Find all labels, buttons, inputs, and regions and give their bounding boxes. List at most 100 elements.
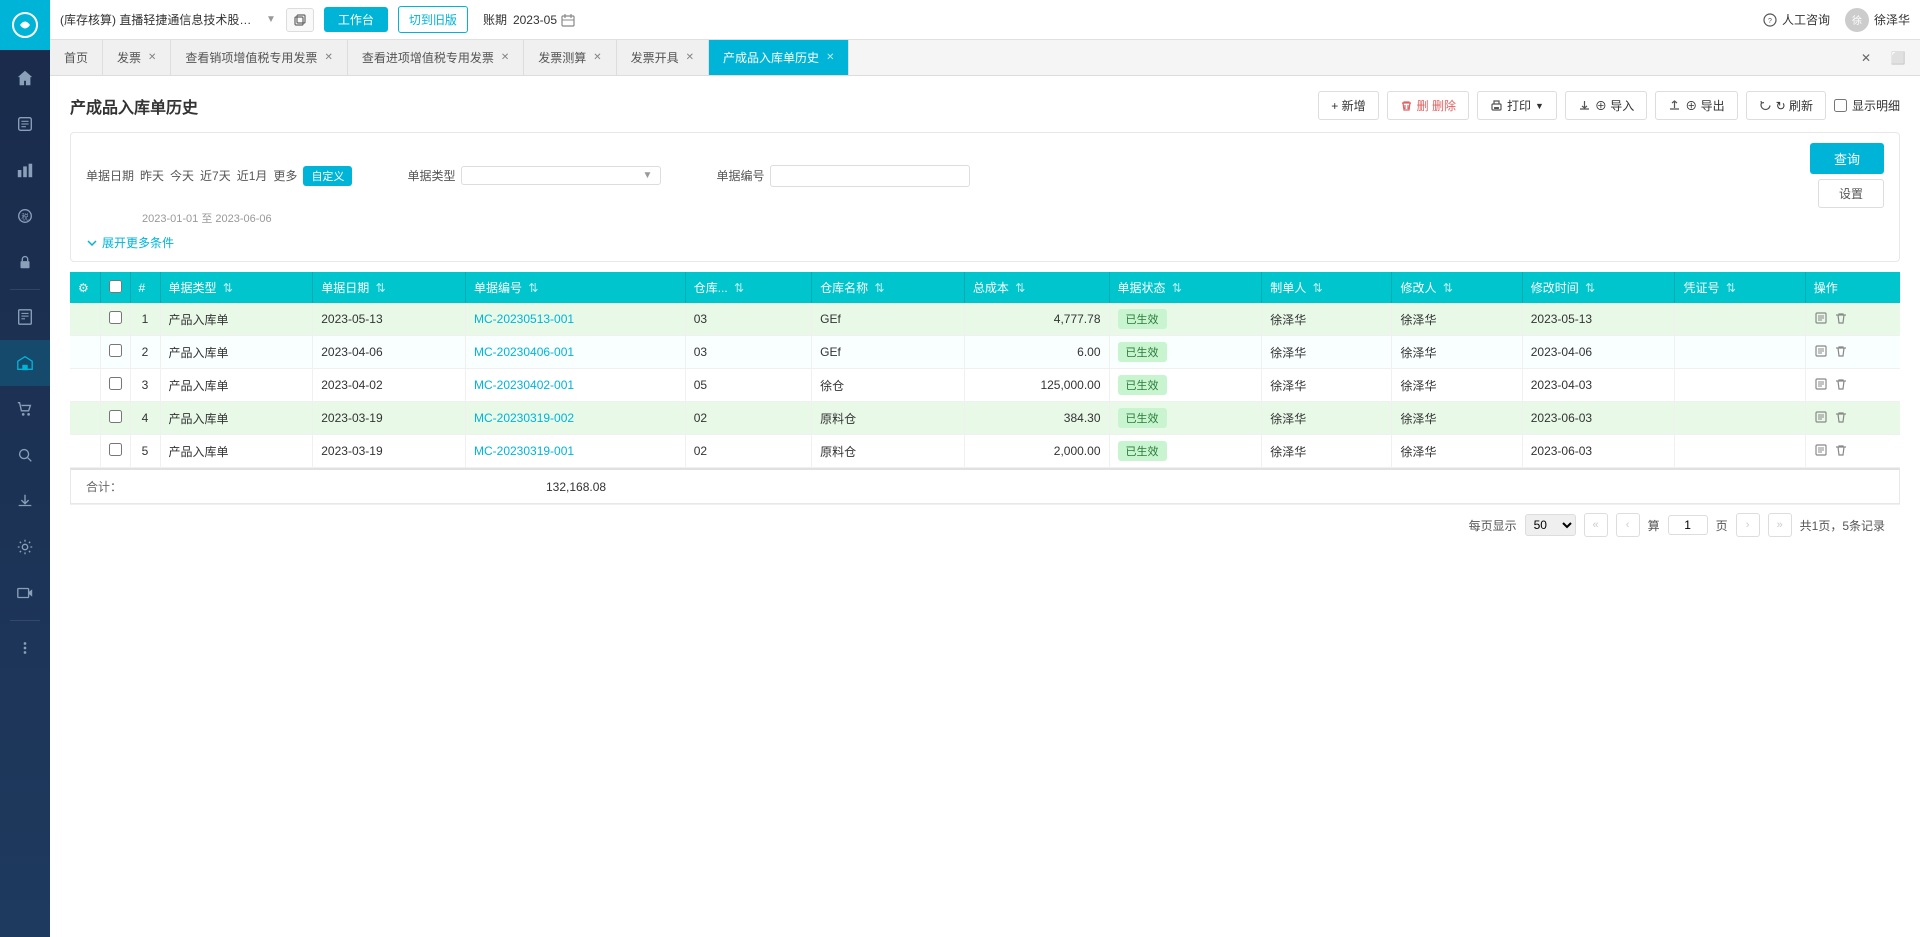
row-number-link[interactable]: MC-20230513-001 [474,312,574,326]
row-checkbox[interactable] [100,303,130,336]
user-profile[interactable]: 徐 徐泽华 [1845,8,1910,32]
edit-icon[interactable] [1814,311,1828,328]
svg-text:?: ? [1768,18,1772,25]
sidebar-item-home[interactable] [0,55,50,101]
column-settings[interactable]: ⚙ [70,272,100,303]
first-page-button[interactable]: « [1584,513,1608,537]
filter-more-dates[interactable]: 更多 [273,167,297,184]
sidebar-item-invoice[interactable] [0,101,50,147]
filter-yesterday[interactable]: 昨天 [140,167,164,184]
column-total-cost[interactable]: 总成本 ⇅ [964,272,1109,303]
copy-button[interactable] [286,8,314,32]
edit-icon[interactable] [1814,443,1828,460]
row-number[interactable]: MC-20230319-002 [466,402,686,435]
show-detail-checkbox[interactable] [1834,99,1847,112]
workbench-button[interactable]: 工作台 [324,7,388,32]
gear-icon[interactable]: ⚙ [78,281,89,295]
sidebar-item-more[interactable] [0,625,50,671]
sidebar-item-settings[interactable] [0,524,50,570]
close-tab-button[interactable]: ✕ [1854,46,1878,70]
column-checkbox[interactable] [100,272,130,303]
expand-filter-button[interactable]: 展开更多条件 [86,234,174,251]
row-number[interactable]: MC-20230402-001 [466,369,686,402]
tab-invoice[interactable]: 发票 ✕ [103,40,171,75]
tab-product-history-close[interactable]: ✕ [826,52,834,63]
sidebar-item-chart[interactable] [0,147,50,193]
delete-row-icon[interactable] [1834,443,1848,460]
row-checkbox[interactable] [100,402,130,435]
sidebar-item-lock[interactable] [0,239,50,285]
sidebar-item-download[interactable] [0,478,50,524]
tab-invoice-issue-close[interactable]: ✕ [686,52,694,63]
query-button[interactable]: 查询 [1810,143,1884,174]
show-detail-toggle[interactable]: 显示明细 [1834,97,1900,114]
filter-last7[interactable]: 近7天 [200,167,231,184]
next-page-button[interactable]: › [1736,513,1760,537]
row-checkbox[interactable] [100,336,130,369]
sidebar-item-video[interactable] [0,570,50,616]
sidebar-item-query[interactable] [0,432,50,478]
new-button[interactable]: + 新增 [1318,91,1378,120]
last-page-button[interactable]: » [1768,513,1792,537]
tab-invoice-close[interactable]: ✕ [148,52,156,63]
row-checkbox[interactable] [100,435,130,468]
tab-home-label: 首页 [64,49,88,66]
tab-home[interactable]: 首页 [50,40,103,75]
tab-sales-invoice-close[interactable]: ✕ [324,52,332,63]
tab-purchase-invoice-close[interactable]: ✕ [501,52,509,63]
tab-sales-invoice[interactable]: 查看销项增值税专用发票 ✕ [171,40,347,75]
column-warehouse-code[interactable]: 仓库... ⇅ [685,272,811,303]
row-number-link[interactable]: MC-20230402-001 [474,378,574,392]
filter-today[interactable]: 今天 [170,167,194,184]
delete-button[interactable]: 删 删除 [1387,91,1469,120]
edit-icon[interactable] [1814,344,1828,361]
row-number[interactable]: MC-20230406-001 [466,336,686,369]
set-button[interactable]: 设置 [1818,179,1884,208]
column-warehouse-name[interactable]: 仓库名称 ⇅ [812,272,965,303]
sidebar-item-warehouse[interactable] [0,340,50,386]
tab-invoice-calc-close[interactable]: ✕ [593,52,601,63]
delete-row-icon[interactable] [1834,311,1848,328]
sidebar-item-tax[interactable]: 税 [0,193,50,239]
import-button[interactable]: ⊕ 导入 [1565,91,1647,120]
column-modify-time[interactable]: 修改时间 ⇅ [1522,272,1675,303]
edit-icon[interactable] [1814,377,1828,394]
delete-row-icon[interactable] [1834,344,1848,361]
row-checkbox[interactable] [100,369,130,402]
sidebar-item-purchase[interactable] [0,386,50,432]
column-date[interactable]: 单据日期 ⇅ [313,272,466,303]
filter-custom-button[interactable]: 自定义 [303,166,352,186]
column-status[interactable]: 单据状态 ⇅ [1109,272,1262,303]
page-size-select[interactable]: 50 20 100 [1525,514,1576,536]
edit-icon[interactable] [1814,410,1828,427]
sidebar-item-bill[interactable] [0,294,50,340]
column-voucher-no[interactable]: 凭证号 ⇅ [1675,272,1805,303]
row-number[interactable]: MC-20230513-001 [466,303,686,336]
select-all-checkbox[interactable] [109,280,122,293]
help-center[interactable]: ? 人工咨询 [1763,11,1830,28]
filter-number-input[interactable] [770,165,970,187]
filter-type-select[interactable]: ▼ [461,166,661,185]
print-button[interactable]: 打印 ▼ [1477,91,1557,120]
row-number-link[interactable]: MC-20230319-001 [474,444,574,458]
tab-invoice-calc[interactable]: 发票测算 ✕ [524,40,616,75]
tab-invoice-issue[interactable]: 发票开具 ✕ [617,40,709,75]
tab-purchase-invoice[interactable]: 查看进项增值税专用发票 ✕ [348,40,524,75]
row-number-link[interactable]: MC-20230319-002 [474,411,574,425]
column-type[interactable]: 单据类型 ⇅ [160,272,313,303]
tab-product-history[interactable]: 产成品入库单历史 ✕ [709,40,849,75]
export-button[interactable]: ⊕ 导出 [1655,91,1737,120]
switch-version-button[interactable]: 切到旧版 [398,6,468,33]
delete-row-icon[interactable] [1834,377,1848,394]
delete-row-icon[interactable] [1834,410,1848,427]
refresh-button[interactable]: ↻ 刷新 [1746,91,1826,120]
column-modifier[interactable]: 修改人 ⇅ [1392,272,1522,303]
column-number[interactable]: 单据编号 ⇅ [466,272,686,303]
prev-page-button[interactable]: ‹ [1616,513,1640,537]
page-number-input[interactable] [1668,515,1708,535]
row-number-link[interactable]: MC-20230406-001 [474,345,574,359]
column-creator[interactable]: 制单人 ⇅ [1262,272,1392,303]
row-number[interactable]: MC-20230319-001 [466,435,686,468]
maximize-button[interactable]: ⬜ [1886,46,1910,70]
filter-last-month[interactable]: 近1月 [237,167,268,184]
